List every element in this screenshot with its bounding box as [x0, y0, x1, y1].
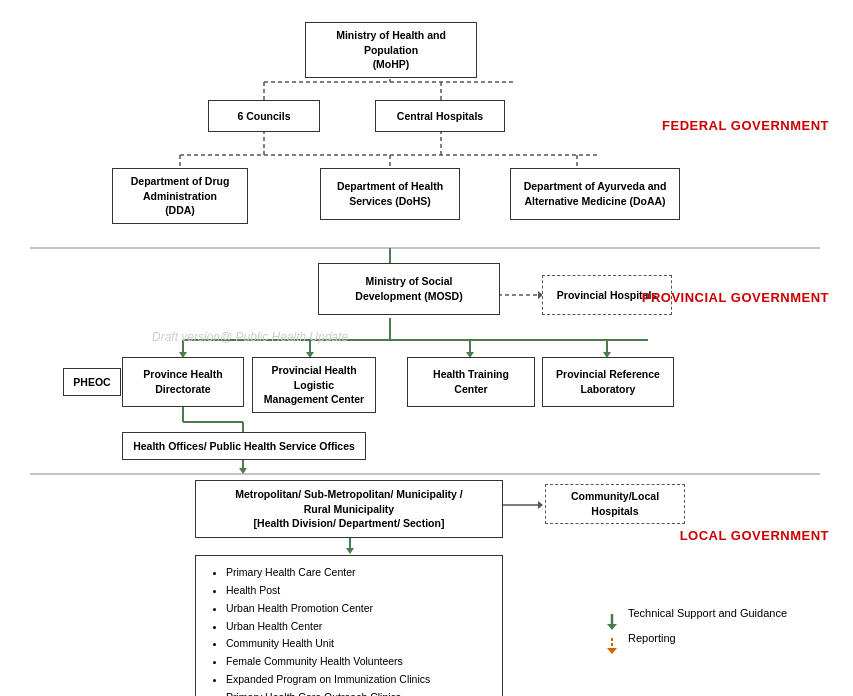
phlmc-label: Provincial Health Logistic Management Ce…: [261, 363, 367, 407]
health-offices-label: Health Offices/ Public Health Service Of…: [133, 439, 355, 454]
prl-label: Provincial Reference Laboratory: [556, 367, 660, 396]
svg-marker-40: [607, 648, 617, 654]
central-hospitals-label: Central Hospitals: [397, 109, 483, 124]
pheoc-label: PHEOC: [73, 375, 110, 390]
dohs-box: Department of Health Services (DoHS): [320, 168, 460, 220]
diagram-container: Ministry of Health and Population (MoHP)…: [0, 0, 853, 696]
community-hospitals-box: Community/Local Hospitals: [545, 484, 685, 524]
htc-box: Health Training Center: [407, 357, 535, 407]
svg-marker-31: [239, 468, 247, 474]
dohs-label: Department of Health Services (DoHS): [337, 179, 443, 208]
htc-label: Health Training Center: [433, 367, 509, 396]
svg-marker-36: [538, 501, 543, 509]
mosd-box: Ministry of Social Development (MOSD): [318, 263, 500, 315]
list-item: Urban Health Center: [226, 618, 492, 636]
doaa-label: Department of Ayurveda and Alternative M…: [524, 179, 667, 208]
list-item: Female Community Health Volunteers: [226, 653, 492, 671]
dda-box: Department of Drug Administration (DDA): [112, 168, 248, 224]
list-item: Health Post: [226, 582, 492, 600]
local-label: LOCAL GOVERNMENT: [680, 528, 829, 543]
central-hospitals-box: Central Hospitals: [375, 100, 505, 132]
legend-reporting-label: Reporting: [628, 632, 676, 644]
mosd-label: Ministry of Social Development (MOSD): [355, 274, 462, 303]
health-offices-box: Health Offices/ Public Health Service Of…: [122, 432, 366, 460]
list-item: Primary Health Care Outreach Clinics: [226, 689, 492, 696]
list-item: Primary Health Care Center: [226, 564, 492, 582]
municipality-label: Metropolitan/ Sub-Metropolitan/ Municipa…: [235, 487, 463, 531]
provincial-label: PROVINCIAL GOVERNMENT: [642, 290, 829, 305]
doaa-box: Department of Ayurveda and Alternative M…: [510, 168, 680, 220]
pheoc-box: PHEOC: [63, 368, 121, 396]
list-item: Expanded Program on Immunization Clinics: [226, 671, 492, 689]
legend-support-label: Technical Support and Guidance: [628, 607, 787, 619]
mohp-label: Ministry of Health and Population (MoHP): [314, 28, 468, 72]
phd-box: Province Health Directorate: [122, 357, 244, 407]
svg-marker-34: [346, 548, 354, 554]
councils-box: 6 Councils: [208, 100, 320, 132]
phd-label: Province Health Directorate: [143, 367, 222, 396]
draft-watermark: Draft version@ Public Health Update: [152, 330, 348, 344]
legend-support: Technical Support and Guidance: [628, 607, 787, 619]
phlmc-box: Provincial Health Logistic Management Ce…: [252, 357, 376, 413]
municipality-box: Metropolitan/ Sub-Metropolitan/ Municipa…: [195, 480, 503, 538]
list-item: Urban Health Promotion Center: [226, 600, 492, 618]
health-units-list-box: Primary Health Care Center Health Post U…: [195, 555, 503, 696]
svg-marker-38: [607, 624, 617, 630]
councils-label: 6 Councils: [237, 109, 290, 124]
list-item: Community Health Unit: [226, 635, 492, 653]
prl-box: Provincial Reference Laboratory: [542, 357, 674, 407]
federal-label: FEDERAL GOVERNMENT: [662, 118, 829, 133]
mohp-box: Ministry of Health and Population (MoHP): [305, 22, 477, 78]
health-units-list: Primary Health Care Center Health Post U…: [216, 564, 492, 696]
community-hospitals-label: Community/Local Hospitals: [554, 489, 676, 518]
dda-label: Department of Drug Administration (DDA): [131, 174, 230, 218]
legend-reporting: Reporting: [628, 632, 676, 644]
